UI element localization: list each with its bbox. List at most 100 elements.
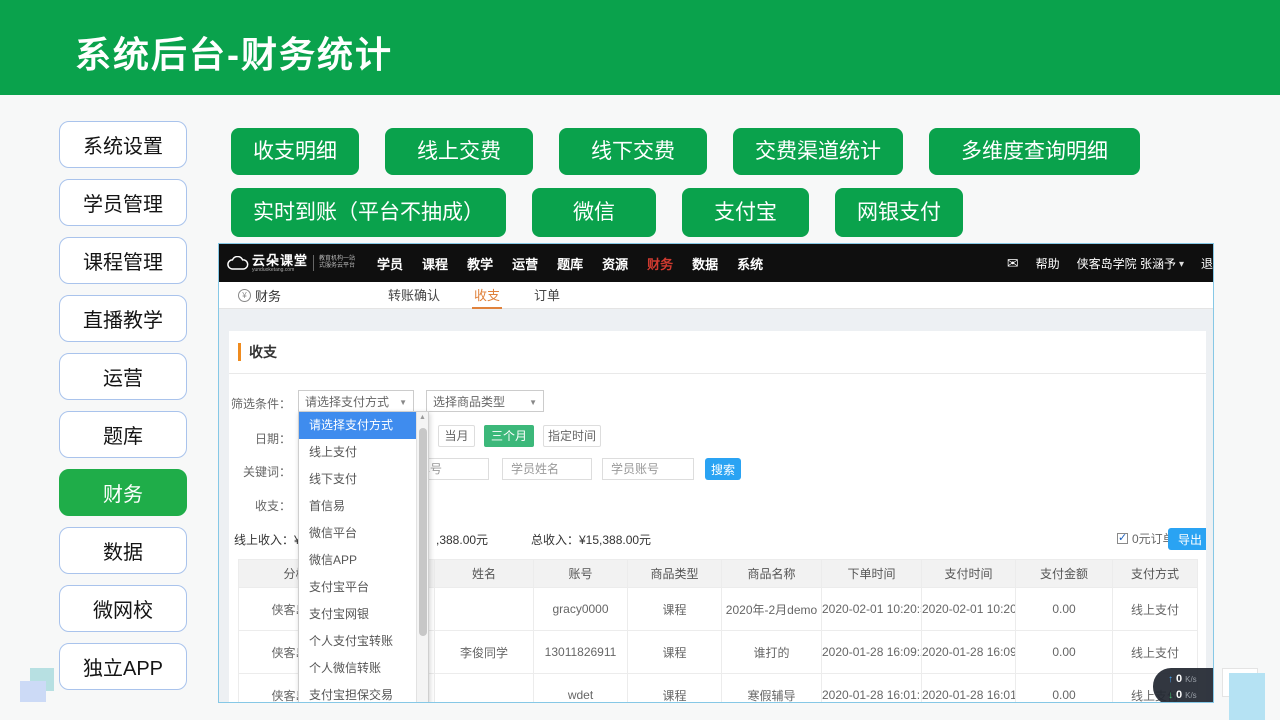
dropdown-option[interactable]: 微信平台 bbox=[299, 520, 418, 547]
date-custom-range-button[interactable]: 指定时间 bbox=[543, 425, 601, 447]
sidebar-item-standalone-app[interactable]: 独立APP bbox=[59, 643, 187, 690]
export-button[interactable]: 导出 bbox=[1168, 528, 1206, 550]
sidebar-item-data[interactable]: 数据 bbox=[59, 527, 187, 574]
dropdown-scrollbar[interactable] bbox=[416, 412, 428, 703]
sidebar-item-student-mgmt[interactable]: 学员管理 bbox=[59, 179, 187, 226]
feature-income-expense-detail[interactable]: 收支明细 bbox=[231, 128, 359, 175]
feature-channel-stats[interactable]: 交费渠道统计 bbox=[733, 128, 903, 175]
feature-multidim-query[interactable]: 多维度查询明细 bbox=[929, 128, 1140, 175]
sidebar: 系统设置 学员管理 课程管理 直播教学 运营 题库 财务 数据 微网校 独立AP… bbox=[59, 121, 187, 690]
total-income: 总收入：¥15,388.00元 bbox=[531, 531, 651, 548]
zero-order-filter: 0元订单 bbox=[1117, 530, 1175, 547]
nav-item-question-bank[interactable]: 题库 bbox=[557, 254, 583, 273]
admin-screenshot: 云朵课堂 yunduoketang.com 教育机构一站 式服务云平台 学员 课… bbox=[218, 243, 1214, 703]
pay-method-dropdown: 请选择支付方式 线上支付 线下支付 首信易 微信平台 微信APP 支付宝平台 支… bbox=[298, 411, 429, 703]
brand-separator bbox=[313, 255, 314, 271]
dropdown-option[interactable]: 支付宝平台 bbox=[299, 574, 418, 601]
date-label: 日期： bbox=[229, 430, 291, 447]
download-speed: 0 bbox=[1176, 688, 1182, 703]
feature-netbank-pay[interactable]: 网银支付 bbox=[835, 188, 963, 237]
feature-offline-payment[interactable]: 线下交费 bbox=[559, 128, 707, 175]
dropdown-option[interactable]: 个人支付宝转账 bbox=[299, 628, 418, 655]
nav-item-resources[interactable]: 资源 bbox=[602, 254, 628, 273]
admin-topnav: 云朵课堂 yunduoketang.com 教育机构一站 式服务云平台 学员 课… bbox=[219, 244, 1213, 282]
tab-transfer-confirm[interactable]: 转账确认 bbox=[386, 282, 442, 309]
tab-orders[interactable]: 订单 bbox=[532, 282, 562, 309]
dropdown-option[interactable]: 线上支付 bbox=[299, 439, 418, 466]
inout-label: 收支： bbox=[229, 497, 291, 514]
page-title: 系统后台-财务统计 bbox=[0, 0, 1280, 78]
col-pay-time: 支付时间 bbox=[922, 560, 1016, 588]
brand-name: 云朵课堂 bbox=[252, 254, 308, 267]
col-order-time: 下单时间 bbox=[822, 560, 922, 588]
sidebar-item-finance[interactable]: 财务 bbox=[59, 469, 187, 516]
sidebar-item-course-mgmt[interactable]: 课程管理 bbox=[59, 237, 187, 284]
nav-item-data[interactable]: 数据 bbox=[692, 254, 718, 273]
sidebar-item-micro-school[interactable]: 微网校 bbox=[59, 585, 187, 632]
sidebar-item-operations[interactable]: 运营 bbox=[59, 353, 187, 400]
divider bbox=[229, 373, 1206, 374]
admin-nav-right: 帮助 侠客岛学院 张涵予 退出 bbox=[1007, 244, 1214, 282]
dropdown-option[interactable]: 线下支付 bbox=[299, 466, 418, 493]
logout-link[interactable]: 退出 bbox=[1201, 255, 1214, 272]
decor-square-cyan bbox=[1229, 673, 1265, 720]
mail-icon[interactable] bbox=[1007, 255, 1019, 272]
dropdown-option[interactable]: 支付宝网银 bbox=[299, 601, 418, 628]
feature-wechat[interactable]: 微信 bbox=[532, 188, 656, 237]
nav-item-system[interactable]: 系统 bbox=[737, 254, 763, 273]
dropdown-option[interactable]: 首信易 bbox=[299, 493, 418, 520]
feature-realtime-settlement[interactable]: 实时到账（平台不抽成） bbox=[231, 188, 506, 237]
filter-label: 筛选条件： bbox=[229, 395, 291, 412]
nav-item-operations[interactable]: 运营 bbox=[512, 254, 538, 273]
scrollbar-thumb[interactable] bbox=[419, 428, 427, 636]
col-account: 账号 bbox=[534, 560, 628, 588]
online-income-label: 线上收入：¥ bbox=[234, 531, 301, 548]
col-name: 姓名 bbox=[435, 560, 534, 588]
help-link[interactable]: 帮助 bbox=[1036, 255, 1060, 272]
pay-method-select[interactable]: 请选择支付方式 bbox=[298, 390, 414, 412]
feature-online-payment[interactable]: 线上交费 bbox=[385, 128, 533, 175]
feature-buttons: 收支明细 线上交费 线下交费 交费渠道统计 多维度查询明细 实时到账（平台不抽成… bbox=[231, 128, 1241, 237]
zero-order-checkbox[interactable] bbox=[1117, 533, 1128, 544]
col-pay-method: 支付方式 bbox=[1113, 560, 1198, 588]
sidebar-item-question-bank[interactable]: 题库 bbox=[59, 411, 187, 458]
date-current-month-button[interactable]: 当月 bbox=[438, 425, 475, 447]
dropdown-option[interactable]: 微信APP bbox=[299, 547, 418, 574]
decor-square-blue bbox=[20, 681, 46, 702]
col-product-type: 商品类型 bbox=[628, 560, 722, 588]
col-product-name: 商品名称 bbox=[722, 560, 822, 588]
tab-income-expense[interactable]: 收支 bbox=[472, 282, 502, 309]
net-speed-widget: 0 K/s 0 K/s bbox=[1153, 668, 1214, 703]
income-expense-panel: 收支 筛选条件： 请选择支付方式 选择商品类型 日期： 当月 三个月 指定时间 … bbox=[229, 331, 1206, 703]
brand-text: 云朵课堂 yunduoketang.com bbox=[252, 254, 308, 273]
product-type-select[interactable]: 选择商品类型 bbox=[426, 390, 544, 412]
section-title: 收支 bbox=[238, 343, 277, 361]
chevron-down-icon bbox=[1179, 256, 1184, 270]
col-pay-amount: 支付金额 bbox=[1016, 560, 1113, 588]
account-menu[interactable]: 侠客岛学院 张涵予 bbox=[1077, 255, 1184, 272]
date-three-months-button[interactable]: 三个月 bbox=[484, 425, 534, 447]
nav-item-finance[interactable]: 财务 bbox=[647, 254, 673, 273]
dropdown-option[interactable]: 请选择支付方式 bbox=[299, 412, 418, 439]
nav-item-students[interactable]: 学员 bbox=[377, 254, 403, 273]
upload-arrow-icon bbox=[1168, 671, 1173, 687]
student-name-input[interactable] bbox=[502, 458, 592, 480]
finance-breadcrumb: ¥ 财务 bbox=[238, 286, 281, 305]
student-account-input[interactable] bbox=[602, 458, 694, 480]
sidebar-item-system-settings[interactable]: 系统设置 bbox=[59, 121, 187, 168]
feature-alipay[interactable]: 支付宝 bbox=[682, 188, 809, 237]
nav-item-courses[interactable]: 课程 bbox=[422, 254, 448, 273]
nav-item-teaching[interactable]: 教学 bbox=[467, 254, 493, 273]
admin-nav-menu: 学员 课程 教学 运营 题库 资源 财务 数据 系统 bbox=[377, 254, 763, 273]
select-caret-icon bbox=[529, 394, 537, 408]
select-caret-icon bbox=[399, 394, 407, 408]
finance-tabs: 转账确认 收支 订单 bbox=[386, 282, 562, 309]
dropdown-option[interactable]: 支付宝担保交易 bbox=[299, 682, 418, 703]
page-banner: 系统后台-财务统计 bbox=[0, 0, 1280, 95]
dropdown-option[interactable]: 个人微信转账 bbox=[299, 655, 418, 682]
keyword-label: 关键词： bbox=[229, 463, 291, 480]
cloud-logo-icon bbox=[227, 256, 249, 271]
finance-icon: ¥ bbox=[238, 289, 251, 302]
search-button[interactable]: 搜索 bbox=[705, 458, 741, 480]
sidebar-item-live-teaching[interactable]: 直播教学 bbox=[59, 295, 187, 342]
